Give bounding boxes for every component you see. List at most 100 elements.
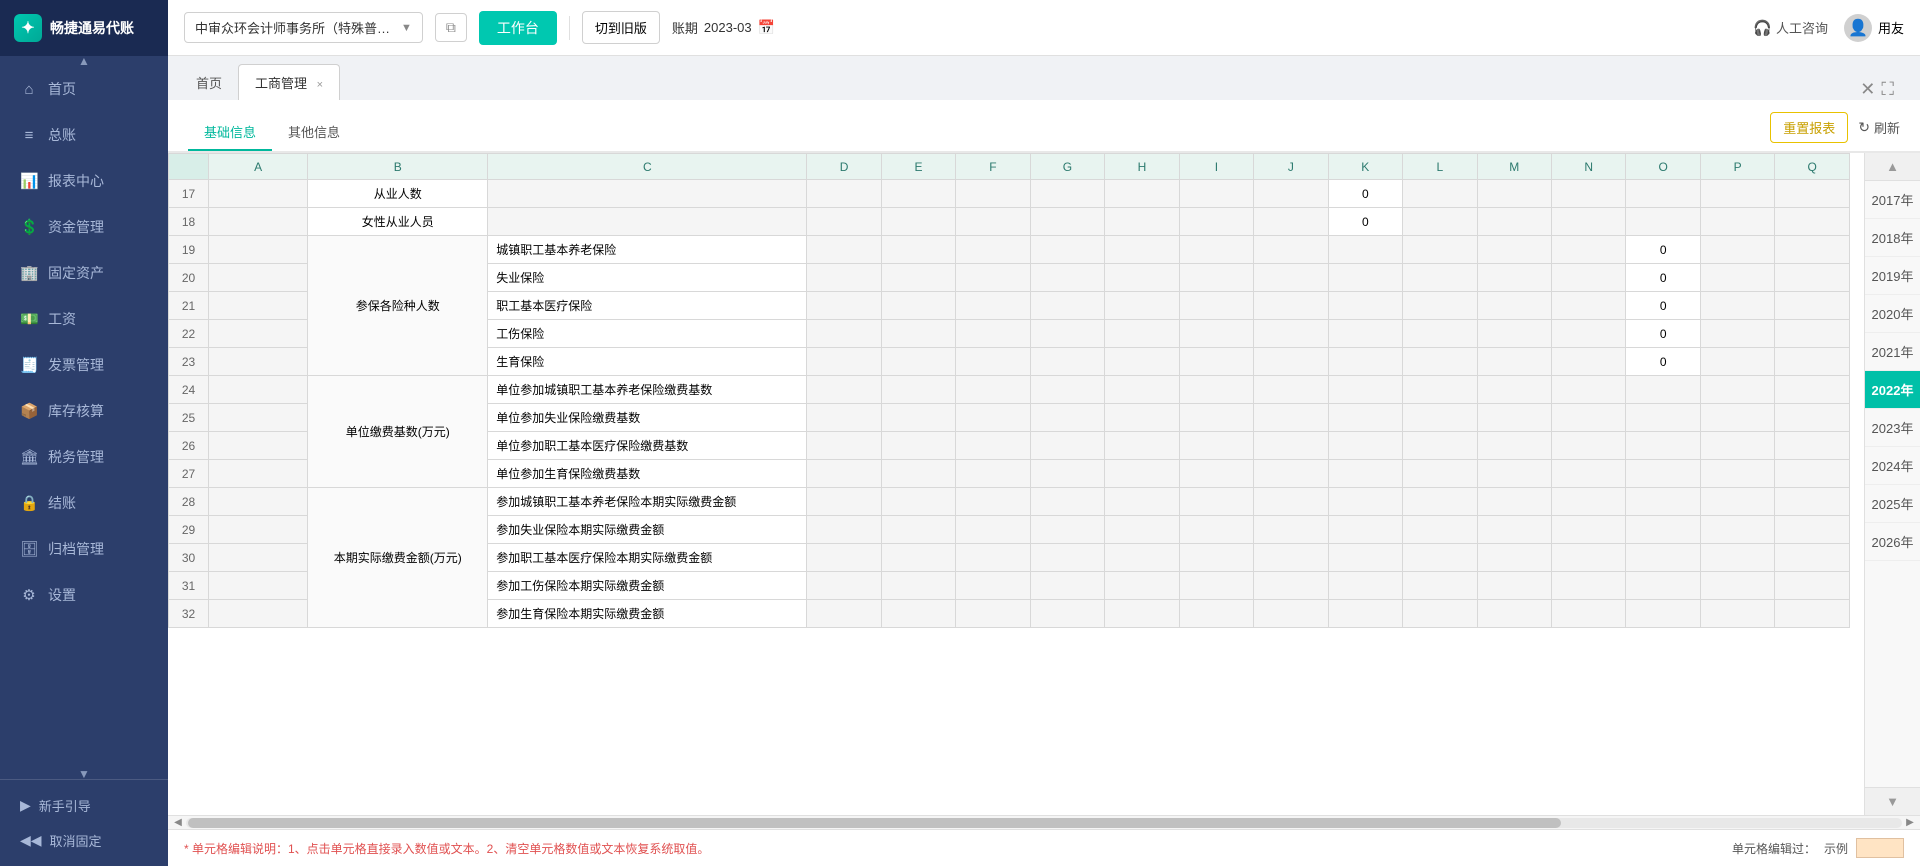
- cell-19-d[interactable]: [807, 236, 881, 264]
- cell-22-h[interactable]: [1105, 320, 1179, 348]
- cell-24-k[interactable]: [1328, 376, 1402, 404]
- cell-31-n[interactable]: [1551, 572, 1625, 600]
- cell-32-o[interactable]: [1626, 600, 1700, 628]
- inner-tab-basic[interactable]: 基础信息: [188, 114, 272, 151]
- expand-page-button[interactable]: ⛶: [1881, 79, 1894, 100]
- cell-19-n[interactable]: [1551, 236, 1625, 264]
- cell-31-k[interactable]: [1328, 572, 1402, 600]
- cell-25-e[interactable]: [881, 404, 955, 432]
- year-2026[interactable]: 2026年: [1865, 523, 1920, 561]
- cell-25-g[interactable]: [1030, 404, 1104, 432]
- cell-28-h[interactable]: [1105, 488, 1179, 516]
- cell-25-a[interactable]: [209, 404, 308, 432]
- cell-20-m[interactable]: [1477, 264, 1551, 292]
- cell-31-q[interactable]: [1775, 572, 1850, 600]
- cell-28-l[interactable]: [1403, 488, 1477, 516]
- cell-21-p[interactable]: [1700, 292, 1774, 320]
- cell-28-n[interactable]: [1551, 488, 1625, 516]
- cell-20-e[interactable]: [881, 264, 955, 292]
- cell-21-m[interactable]: [1477, 292, 1551, 320]
- cell-29-i[interactable]: [1179, 516, 1253, 544]
- cell-28-p[interactable]: [1700, 488, 1774, 516]
- cell-29-m[interactable]: [1477, 516, 1551, 544]
- cell-25-j[interactable]: [1254, 404, 1328, 432]
- cell-27-o[interactable]: [1626, 460, 1700, 488]
- cell-22-j[interactable]: [1254, 320, 1328, 348]
- cell-27-c[interactable]: 单位参加生育保险缴费基数: [488, 460, 807, 488]
- year-nav-up[interactable]: ▲: [1865, 153, 1920, 181]
- sidebar-item-home[interactable]: ⌂ 首页: [0, 66, 168, 112]
- cell-17-g[interactable]: [1030, 180, 1104, 208]
- cell-22-o[interactable]: 0: [1626, 320, 1700, 348]
- old-version-button[interactable]: 切到旧版: [582, 11, 660, 44]
- cell-32-f[interactable]: [956, 600, 1030, 628]
- cell-26-d[interactable]: [807, 432, 881, 460]
- cell-29-c[interactable]: 参加失业保险本期实际缴费金额: [488, 516, 807, 544]
- calendar-icon[interactable]: 📅: [758, 19, 775, 36]
- h-scroll-thumb[interactable]: [188, 818, 1561, 828]
- cell-25-o[interactable]: [1626, 404, 1700, 432]
- sidebar-item-tax[interactable]: 🏛 税务管理: [0, 434, 168, 480]
- cell-19-f[interactable]: [956, 236, 1030, 264]
- cell-20-o[interactable]: 0: [1626, 264, 1700, 292]
- cell-20-h[interactable]: [1105, 264, 1179, 292]
- cell-19-c[interactable]: 城镇职工基本养老保险: [488, 236, 807, 264]
- cell-29-n[interactable]: [1551, 516, 1625, 544]
- cell-17-p[interactable]: [1700, 180, 1774, 208]
- cell-32-i[interactable]: [1179, 600, 1253, 628]
- cell-24-q[interactable]: [1775, 376, 1850, 404]
- year-2018[interactable]: 2018年: [1865, 219, 1920, 257]
- cell-20-i[interactable]: [1179, 264, 1253, 292]
- year-2019[interactable]: 2019年: [1865, 257, 1920, 295]
- cell-26-i[interactable]: [1179, 432, 1253, 460]
- cell-18-q[interactable]: [1775, 208, 1850, 236]
- company-selector[interactable]: 中审众环会计师事务所（特殊普通合伙... ▼: [184, 12, 423, 43]
- cell-24-i[interactable]: [1179, 376, 1253, 404]
- cell-23-i[interactable]: [1179, 348, 1253, 376]
- cell-19-q[interactable]: [1775, 236, 1850, 264]
- cell-22-f[interactable]: [956, 320, 1030, 348]
- cell-20-l[interactable]: [1403, 264, 1477, 292]
- tab-bizmanage[interactable]: 工商管理 ×: [238, 64, 340, 100]
- year-2021[interactable]: 2021年: [1865, 333, 1920, 371]
- cell-27-q[interactable]: [1775, 460, 1850, 488]
- cell-24-m[interactable]: [1477, 376, 1551, 404]
- cell-31-p[interactable]: [1700, 572, 1774, 600]
- cell-23-p[interactable]: [1700, 348, 1774, 376]
- cell-22-l[interactable]: [1403, 320, 1477, 348]
- cell-29-q[interactable]: [1775, 516, 1850, 544]
- cell-28-e[interactable]: [881, 488, 955, 516]
- year-2025[interactable]: 2025年: [1865, 485, 1920, 523]
- cell-28-a[interactable]: [209, 488, 308, 516]
- cell-19-o[interactable]: 0: [1626, 236, 1700, 264]
- cell-25-p[interactable]: [1700, 404, 1774, 432]
- cell-30-i[interactable]: [1179, 544, 1253, 572]
- cell-21-n[interactable]: [1551, 292, 1625, 320]
- cell-21-j[interactable]: [1254, 292, 1328, 320]
- cell-30-d[interactable]: [807, 544, 881, 572]
- cell-18-p[interactable]: [1700, 208, 1774, 236]
- sidebar-item-funds[interactable]: 💲 资金管理: [0, 204, 168, 250]
- cell-32-h[interactable]: [1105, 600, 1179, 628]
- cell-19-a[interactable]: [209, 236, 308, 264]
- cell-31-h[interactable]: [1105, 572, 1179, 600]
- cell-21-i[interactable]: [1179, 292, 1253, 320]
- cell-22-c[interactable]: 工伤保险: [488, 320, 807, 348]
- workbench-button[interactable]: 工作台: [479, 11, 557, 45]
- sidebar-item-inventory[interactable]: 📦 库存核算: [0, 388, 168, 434]
- cell-18-a[interactable]: [209, 208, 308, 236]
- cell-31-m[interactable]: [1477, 572, 1551, 600]
- cell-31-l[interactable]: [1403, 572, 1477, 600]
- cell-24-n[interactable]: [1551, 376, 1625, 404]
- cell-17-c[interactable]: [488, 180, 807, 208]
- cell-27-l[interactable]: [1403, 460, 1477, 488]
- sidebar-scroll-up[interactable]: ▲: [0, 56, 168, 66]
- cell-17-d[interactable]: [807, 180, 881, 208]
- cell-25-q[interactable]: [1775, 404, 1850, 432]
- cell-19-i[interactable]: [1179, 236, 1253, 264]
- cell-17-i[interactable]: [1179, 180, 1253, 208]
- cell-17-o[interactable]: [1626, 180, 1700, 208]
- cell-32-j[interactable]: [1254, 600, 1328, 628]
- cell-26-g[interactable]: [1030, 432, 1104, 460]
- cell-32-g[interactable]: [1030, 600, 1104, 628]
